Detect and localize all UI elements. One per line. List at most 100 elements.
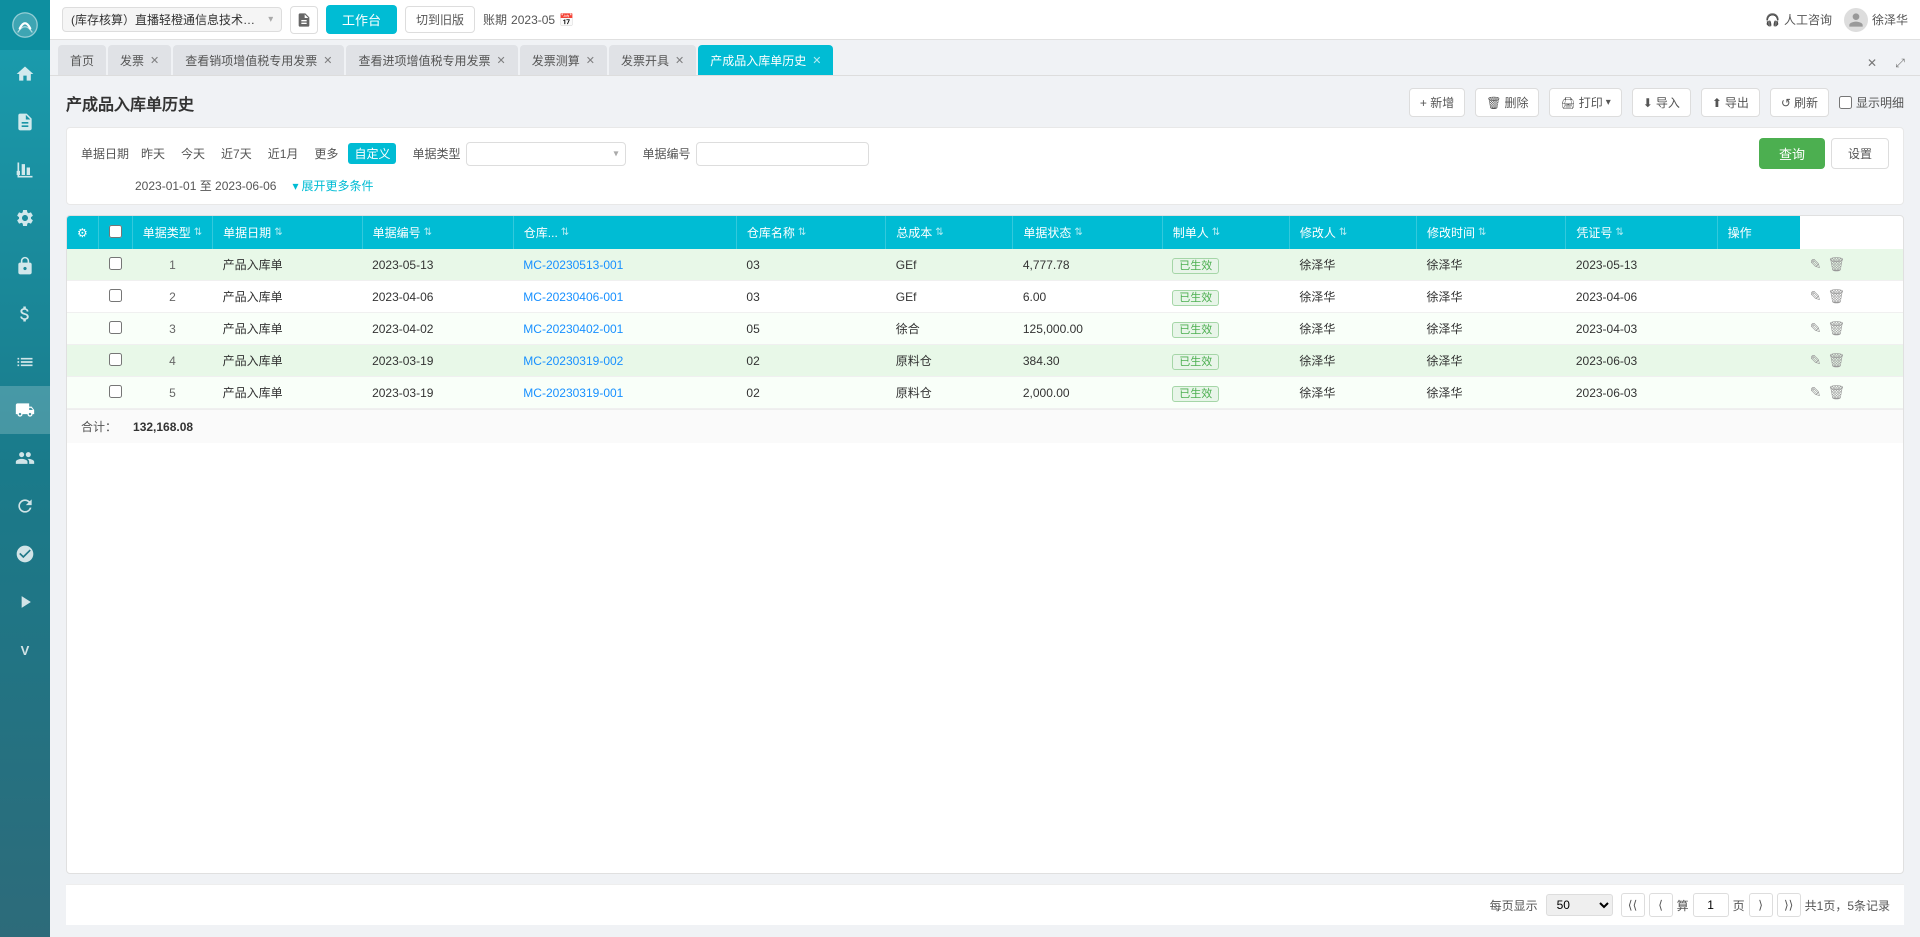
tab-sales-vat[interactable]: 查看销项增值税专用发票 ✕ [173, 45, 344, 75]
tab-invoice-open[interactable]: 发票开具 ✕ [609, 45, 696, 75]
shortcut-today[interactable]: 今天 [175, 143, 211, 164]
close-invoice-calc-tab[interactable]: ✕ [586, 54, 595, 67]
row-edit-icon-3[interactable]: ✎ [1810, 352, 1822, 369]
sidebar-item-warehouse[interactable] [0, 386, 50, 434]
th-warehouse-code[interactable]: 仓库...⇅ [513, 216, 736, 249]
shortcut-1month[interactable]: 近1月 [262, 143, 305, 164]
row-number-3[interactable]: MC-20230319-002 [513, 345, 736, 377]
select-all-checkbox[interactable] [109, 225, 122, 238]
row-checkbox-4[interactable] [98, 377, 132, 409]
row-settings-2 [67, 313, 98, 345]
shortcut-yesterday[interactable]: 昨天 [135, 143, 171, 164]
page-total-label: 共1页，5条记录 [1805, 897, 1890, 914]
close-all-tabs-btn[interactable]: ✕ [1860, 51, 1884, 75]
print-button[interactable]: 🖨 打印 ▾ [1549, 88, 1621, 117]
show-detail-checkbox[interactable]: 显示明细 [1839, 94, 1904, 111]
row-edit-icon-1[interactable]: ✎ [1810, 288, 1822, 305]
calendar-icon[interactable]: 📅 [559, 13, 574, 27]
row-edit-icon-4[interactable]: ✎ [1810, 384, 1822, 401]
delete-button[interactable]: 🗑 删除 [1475, 88, 1539, 117]
next-page-btn[interactable]: ⟩ [1749, 893, 1773, 917]
import-button[interactable]: ⬇ 导入 [1632, 88, 1691, 117]
sidebar-item-money[interactable] [0, 290, 50, 338]
row-checkbox-1[interactable] [98, 281, 132, 313]
row-edit-icon-2[interactable]: ✎ [1810, 320, 1822, 337]
th-creator[interactable]: 制单人⇅ [1162, 216, 1289, 249]
tab-home[interactable]: 首页 [58, 45, 106, 75]
last-page-btn[interactable]: ⟩⟩ [1777, 893, 1801, 917]
sidebar-item-document[interactable] [0, 98, 50, 146]
th-checkbox[interactable] [98, 216, 132, 249]
type-filter-select[interactable]: 产品入库单 [466, 142, 626, 166]
prev-page-btn[interactable]: ⟨ [1649, 893, 1673, 917]
th-status[interactable]: 单据状态⇅ [1013, 216, 1162, 249]
export-button[interactable]: ⬆ 导出 [1701, 88, 1760, 117]
sidebar-item-chart[interactable] [0, 146, 50, 194]
headset-icon: 🎧 [1765, 13, 1780, 27]
row-number-0[interactable]: MC-20230513-001 [513, 249, 736, 281]
sidebar-item-gear[interactable] [0, 530, 50, 578]
tab-invoice[interactable]: 发票 ✕ [108, 45, 171, 75]
sidebar-item-settings[interactable] [0, 194, 50, 242]
user-info[interactable]: 徐泽华 [1844, 8, 1908, 32]
refresh-button[interactable]: ↺ 刷新 [1770, 88, 1829, 117]
th-modifier[interactable]: 修改人⇅ [1289, 216, 1416, 249]
sidebar-item-lock[interactable] [0, 242, 50, 290]
type-filter-group: 单据类型 产品入库单 [412, 142, 626, 166]
row-delete-icon-1[interactable]: 🗑 [1828, 288, 1846, 305]
close-sales-vat-tab[interactable]: ✕ [323, 54, 332, 67]
per-page-select[interactable]: 50 20 100 [1546, 894, 1613, 916]
page-number-input[interactable] [1693, 893, 1729, 917]
th-number[interactable]: 单据编号⇅ [362, 216, 513, 249]
row-checkbox-2[interactable] [98, 313, 132, 345]
row-checkbox-0[interactable] [98, 249, 132, 281]
new-button[interactable]: + 新增 [1409, 88, 1465, 117]
row-delete-icon-0[interactable]: 🗑 [1828, 256, 1846, 273]
reset-button[interactable]: 设置 [1831, 138, 1889, 169]
th-type[interactable]: 单据类型⇅ [132, 216, 212, 249]
expand-filter-btn[interactable]: ▾ 展开更多条件 [292, 177, 373, 194]
close-invoice-open-tab[interactable]: ✕ [675, 54, 684, 67]
row-number-2[interactable]: MC-20230402-001 [513, 313, 736, 345]
sidebar-item-list[interactable] [0, 338, 50, 386]
th-voucher[interactable]: 凭证号⇅ [1566, 216, 1717, 249]
close-product-history-tab[interactable]: ✕ [812, 54, 821, 67]
row-edit-icon-0[interactable]: ✎ [1810, 256, 1822, 273]
row-delete-icon-3[interactable]: 🗑 [1828, 352, 1846, 369]
sidebar-item-version[interactable]: V [0, 626, 50, 674]
row-checkbox-3[interactable] [98, 345, 132, 377]
number-filter-input[interactable] [696, 142, 869, 166]
row-number-4[interactable]: MC-20230319-001 [513, 377, 736, 409]
sidebar-item-home[interactable] [0, 50, 50, 98]
company-selector[interactable]: (库存核算）直播轻橙通信息技术股份... ▾ [62, 7, 282, 32]
row-delete-icon-2[interactable]: 🗑 [1828, 320, 1846, 337]
document-icon-btn[interactable] [290, 6, 318, 34]
query-button[interactable]: 查询 [1759, 138, 1825, 169]
row-cost-2: 125,000.00 [1013, 313, 1162, 345]
show-detail-input[interactable] [1839, 96, 1852, 109]
user-service[interactable]: 🎧 人工咨询 [1765, 11, 1832, 28]
shortcut-7days[interactable]: 近7天 [215, 143, 258, 164]
th-total-cost[interactable]: 总成本⇅ [886, 216, 1013, 249]
tab-purchase-vat[interactable]: 查看进项增值税专用发票 ✕ [346, 45, 517, 75]
sidebar-item-refresh[interactable] [0, 482, 50, 530]
th-warehouse-name[interactable]: 仓库名称⇅ [736, 216, 885, 249]
shortcut-more[interactable]: 更多 [308, 143, 344, 164]
tab-invoice-calc[interactable]: 发票测算 ✕ [520, 45, 607, 75]
sidebar-item-people[interactable] [0, 434, 50, 482]
sidebar-item-play[interactable] [0, 578, 50, 626]
row-number-1[interactable]: MC-20230406-001 [513, 281, 736, 313]
close-purchase-vat-tab[interactable]: ✕ [497, 54, 506, 67]
switch-version-button[interactable]: 切到旧版 [405, 6, 475, 33]
th-date[interactable]: 单据日期⇅ [213, 216, 362, 249]
first-page-btn[interactable]: ⟨⟨ [1621, 893, 1645, 917]
row-delete-icon-4[interactable]: 🗑 [1828, 384, 1846, 401]
maximize-btn[interactable]: ⤢ [1888, 51, 1912, 75]
tab-product-history[interactable]: 产成品入库单历史 ✕ [698, 45, 833, 75]
close-invoice-tab[interactable]: ✕ [150, 54, 159, 67]
th-modify-time[interactable]: 修改时间⇅ [1416, 216, 1565, 249]
workbench-button[interactable]: 工作台 [326, 5, 397, 34]
app-logo[interactable] [0, 0, 50, 50]
th-settings[interactable]: ⚙ [67, 216, 98, 249]
shortcut-custom[interactable]: 自定义 [348, 143, 396, 164]
